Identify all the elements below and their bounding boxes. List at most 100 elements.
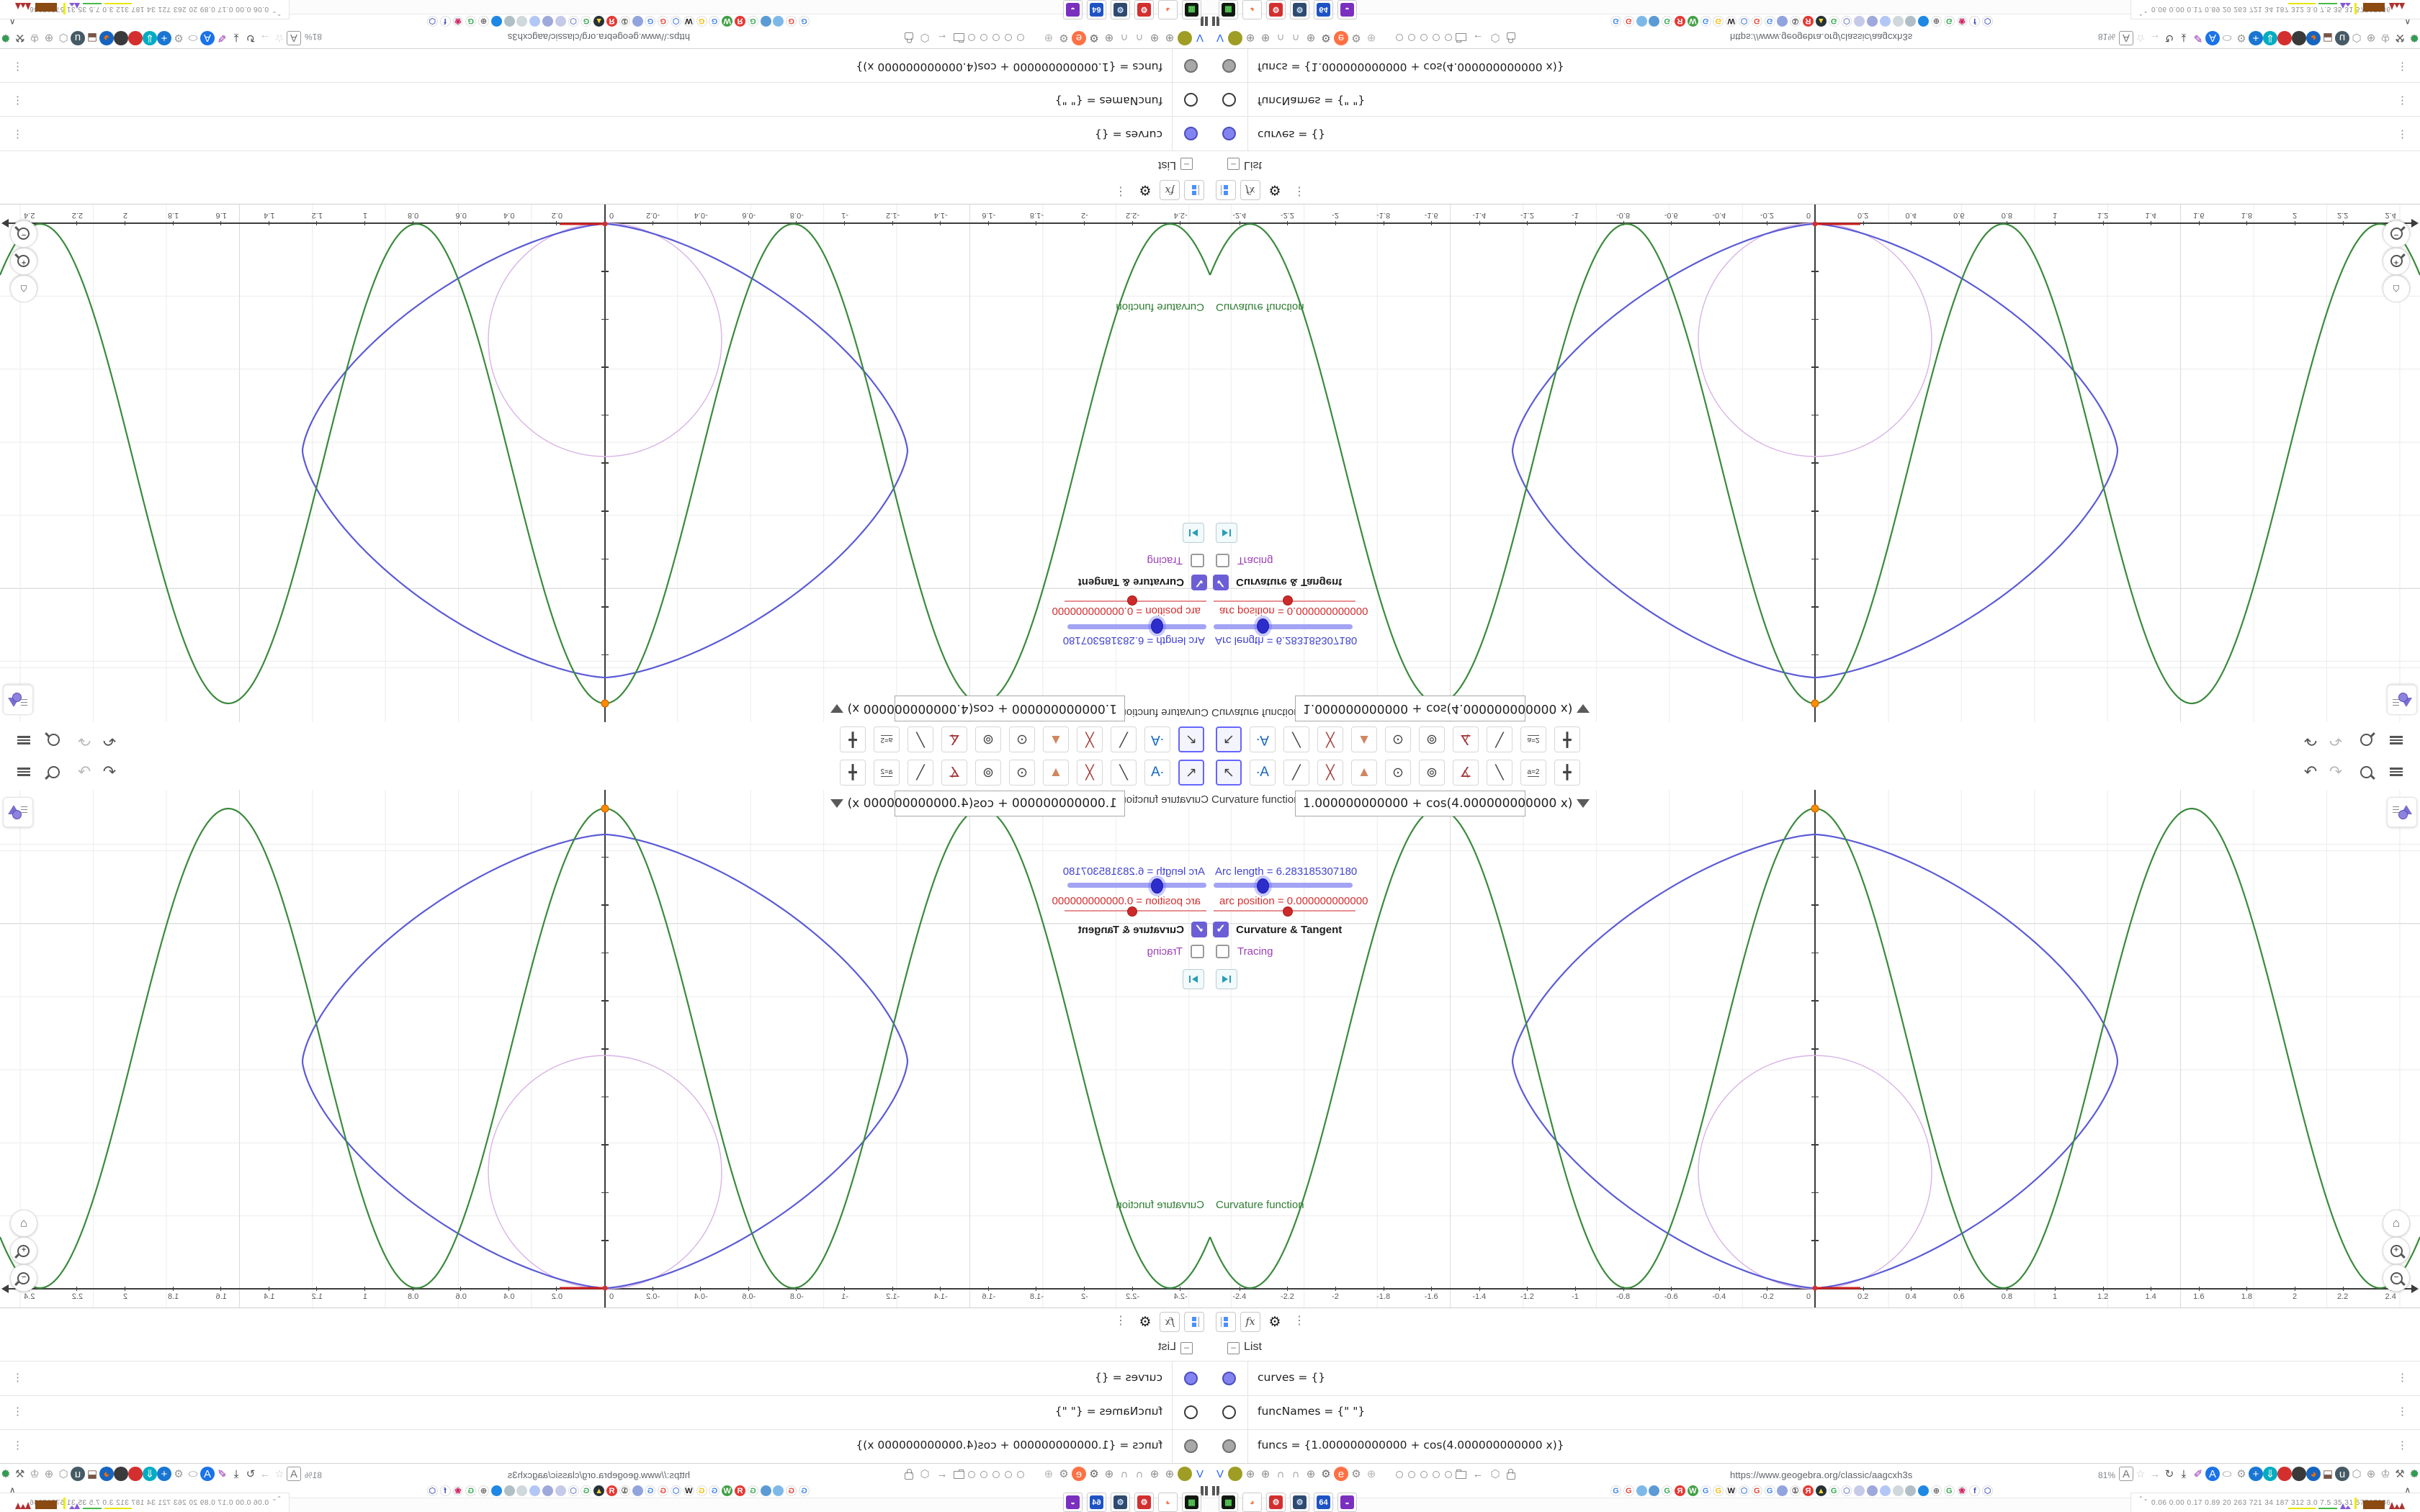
shield-icon[interactable]: ⬡: [1488, 1467, 1502, 1481]
menu-icon[interactable]: [2387, 732, 2406, 749]
tab-favicon[interactable]: [1905, 1485, 1917, 1496]
extension-icon[interactable]: ⚙: [1349, 31, 1363, 45]
extension-icon[interactable]: ⇓: [2263, 31, 2277, 45]
arc-position-label[interactable]: arc position = 0.000000000000: [1052, 605, 1201, 617]
arc-position-slider[interactable]: [1065, 595, 1206, 606]
extension-icon[interactable]: ∩: [1273, 31, 1288, 45]
tab-favicon[interactable]: G: [786, 16, 797, 27]
tab-favicon[interactable]: [1918, 1485, 1930, 1496]
folder-icon[interactable]: [1456, 33, 1466, 41]
extension-icon[interactable]: [2277, 1467, 2292, 1481]
tool-ellipse[interactable]: ⊚: [1419, 760, 1445, 786]
tab-favicon[interactable]: [529, 16, 541, 27]
curvature-tangent-checkbox[interactable]: ✓: [1213, 575, 1229, 590]
extension-icon[interactable]: →: [2148, 1467, 2162, 1481]
collapsed-extension-icon[interactable]: [980, 1471, 987, 1478]
extension-icon[interactable]: ⚒: [13, 1467, 27, 1481]
tab-favicon[interactable]: ❀: [452, 16, 464, 27]
arc-length-slider-knob[interactable]: [1257, 618, 1269, 634]
tab-favicon[interactable]: G: [1828, 16, 1839, 27]
sort-objects-button[interactable]: [1216, 1312, 1236, 1332]
taskbar-app-settings-red[interactable]: ⚙: [1134, 0, 1154, 19]
extension-icon[interactable]: ⊕: [1147, 1467, 1162, 1481]
tab-favicon[interactable]: [632, 1485, 643, 1496]
extension-icon[interactable]: ⊕: [2364, 1467, 2378, 1481]
tab-favicon[interactable]: W: [683, 16, 694, 27]
tab-favicon[interactable]: G: [696, 16, 707, 27]
folder-icon[interactable]: [1456, 1469, 1466, 1479]
zoom-out-button[interactable]: −: [10, 1264, 37, 1292]
tab-favicon[interactable]: f: [1969, 1485, 1981, 1496]
extension-icon[interactable]: [128, 31, 143, 45]
algebra-row[interactable]: funcs = {1.000000000000 + cos(4.00000000…: [0, 1429, 1210, 1463]
arc-position-slider[interactable]: [1214, 906, 1355, 917]
tool-perpendicular-line[interactable]: ╳: [1077, 726, 1103, 752]
tab-favicon[interactable]: ①: [619, 1485, 630, 1496]
tab-favicon[interactable]: W: [1687, 16, 1698, 27]
tab-favicon[interactable]: G: [799, 1485, 810, 1496]
step-button[interactable]: [1216, 523, 1237, 543]
visibility-marble[interactable]: [1184, 1405, 1198, 1419]
collapsed-extension-icon[interactable]: [980, 34, 987, 41]
stylebar-menu-icon[interactable]: ⋮: [1294, 184, 1305, 199]
chevron-updown-icon[interactable]: ⌃⌄: [272, 10, 282, 17]
taskbar-app-settings-red[interactable]: ⚙: [1134, 1493, 1154, 1512]
tab-favicon[interactable]: [1777, 1485, 1788, 1496]
tab-favicon[interactable]: W: [1687, 1485, 1698, 1496]
extension-icon[interactable]: ⊕: [42, 31, 56, 45]
tab-favicon[interactable]: Я: [1675, 1485, 1685, 1496]
tab-favicon[interactable]: G: [799, 16, 810, 27]
extension-icon[interactable]: ⤓: [2177, 1467, 2191, 1481]
extension-icon[interactable]: ♔: [27, 1467, 42, 1481]
visibility-marble[interactable]: [1184, 93, 1198, 107]
extension-icon[interactable]: A: [200, 31, 215, 45]
tool-point[interactable]: ∙A: [1144, 760, 1170, 786]
zoom-out-button[interactable]: −: [2383, 1264, 2410, 1292]
tab-favicon[interactable]: G: [1713, 1485, 1724, 1496]
extension-icon[interactable]: ◕: [99, 31, 114, 45]
tool-ellipse[interactable]: ⊚: [975, 726, 1001, 752]
tab-favicon[interactable]: W: [1726, 1485, 1737, 1496]
tab-favicon[interactable]: G: [658, 1485, 669, 1496]
collapsed-extension-icon[interactable]: [968, 1471, 975, 1478]
extension-icon[interactable]: ◕: [2306, 31, 2321, 45]
tool-reflect-about-line[interactable]: ╲: [908, 726, 933, 752]
extension-icon[interactable]: ⤓: [229, 31, 243, 45]
taskbar-app-settings-red[interactable]: ⚙: [1266, 1493, 1286, 1512]
tool-angle[interactable]: ∡: [941, 760, 967, 786]
extension-icon[interactable]: ⚙: [2234, 31, 2249, 45]
extension-icon[interactable]: ⊕: [1258, 31, 1273, 45]
tab-favicon[interactable]: G: [581, 1485, 592, 1496]
algebra-definition[interactable]: funcs = {1.000000000000 + cos(4.00000000…: [856, 1439, 1162, 1452]
row-menu-icon[interactable]: ⋮: [12, 1371, 23, 1384]
tool-polygon[interactable]: ▲: [1351, 726, 1377, 752]
tool-reflect-about-line[interactable]: ╲: [908, 760, 933, 786]
extension-icon[interactable]: ⚙: [1057, 31, 1071, 45]
tool-polygon[interactable]: ▲: [1351, 760, 1377, 786]
tool-polygon[interactable]: ▲: [1043, 760, 1069, 786]
extension-icon[interactable]: u: [71, 1467, 85, 1481]
chevron-updown-icon[interactable]: ⌃⌄: [2138, 10, 2148, 17]
tab-favicon[interactable]: f: [1969, 16, 1981, 27]
tool-slider[interactable]: a=2: [874, 760, 900, 786]
algebra-row[interactable]: funcs = {1.000000000000 + cos(4.00000000…: [1210, 1429, 2420, 1463]
tab-favicon[interactable]: G: [1610, 1485, 1621, 1496]
tab-favicon[interactable]: ❀: [1956, 1485, 1968, 1496]
extension-icon[interactable]: ⊕: [1102, 31, 1116, 45]
graphics-stylebar-button[interactable]: [3, 685, 33, 715]
tab-favicon[interactable]: [1918, 16, 1930, 27]
fx-button[interactable]: fx: [1160, 180, 1180, 200]
extension-icon[interactable]: ⊕: [1304, 31, 1318, 45]
tab-favicon[interactable]: G: [645, 1485, 656, 1496]
tab-favicon[interactable]: [503, 1485, 515, 1496]
collapsed-extension-icon[interactable]: [1005, 34, 1012, 41]
tab-favicon[interactable]: ⬡: [568, 16, 579, 27]
arc-position-label[interactable]: arc position = 0.000000000000: [1052, 895, 1201, 907]
visibility-marble[interactable]: [1222, 1439, 1236, 1453]
tab-favicon[interactable]: ⬡: [568, 1485, 579, 1496]
taskbar-app-firefox[interactable]: ◕: [1242, 1493, 1262, 1512]
extension-icon[interactable]: ∩: [1289, 1467, 1303, 1481]
tab-favicon[interactable]: G: [1751, 16, 1762, 27]
stylebar-menu-icon[interactable]: ⋮: [1294, 1313, 1305, 1328]
undo-button[interactable]: ↶: [2301, 762, 2320, 780]
